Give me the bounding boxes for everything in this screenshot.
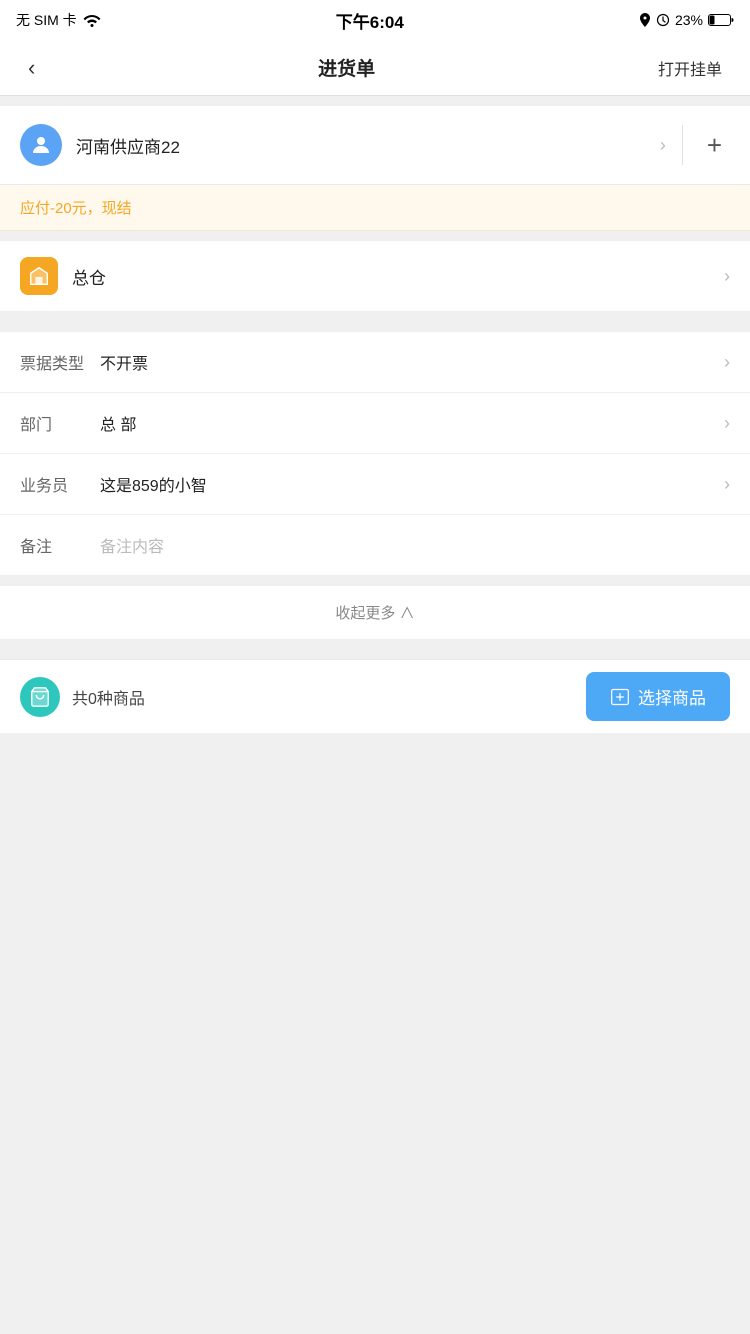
alert-bar: 应付-20元，现结 (0, 185, 750, 231)
battery-text: 23% (675, 12, 703, 28)
nav-bar: ‹ 进货单 打开挂单 (0, 40, 750, 96)
back-button[interactable]: ‹ (20, 47, 43, 89)
department-chevron-icon: › (724, 413, 730, 434)
alarm-icon (656, 13, 670, 27)
select-product-label: 选择商品 (638, 684, 706, 709)
bottom-bar: 共0种商品 选择商品 (0, 659, 750, 733)
cart-icon (29, 686, 51, 708)
location-icon (639, 13, 651, 27)
top-divider (0, 96, 750, 106)
status-right: 23% (639, 12, 734, 28)
invoice-type-value: 不开票 (100, 350, 716, 374)
warehouse-chevron-icon: › (724, 266, 730, 287)
salesperson-value: 这是859的小智 (100, 472, 716, 496)
salesperson-label: 业务员 (20, 472, 100, 496)
invoice-type-chevron-icon: › (724, 352, 730, 373)
open-pending-button[interactable]: 打开挂单 (650, 48, 730, 88)
form-divider (0, 312, 750, 322)
status-bar: 无 SIM 卡 下午6:04 23% (0, 0, 750, 40)
wifi-icon (83, 13, 101, 27)
battery-icon (708, 13, 734, 27)
invoice-type-label: 票据类型 (20, 350, 100, 374)
product-count-icon-bg (20, 677, 60, 717)
remark-row[interactable]: 备注 备注内容 (0, 515, 750, 575)
warehouse-name: 总仓 (72, 264, 716, 289)
department-label: 部门 (20, 411, 100, 435)
mid-divider (0, 231, 750, 241)
remark-label: 备注 (20, 533, 100, 557)
sim-label: 无 SIM 卡 (16, 10, 77, 30)
supplier-name: 河南供应商22 (76, 133, 652, 158)
invoice-type-row[interactable]: 票据类型 不开票 › (0, 332, 750, 393)
select-product-icon (610, 687, 630, 707)
salesperson-chevron-icon: › (724, 474, 730, 495)
supplier-section: 河南供应商22 › + (0, 106, 750, 185)
collapse-text: 收起更多 ∧ (335, 602, 414, 623)
supplier-row[interactable]: 河南供应商22 › (20, 106, 666, 184)
remark-value[interactable]: 备注内容 (100, 533, 730, 557)
status-time: 下午6:04 (336, 8, 404, 33)
alert-text: 应付-20元，现结 (20, 200, 132, 217)
supplier-avatar (20, 124, 62, 166)
warehouse-icon-bg (20, 257, 58, 295)
person-icon (29, 133, 53, 157)
warehouse-icon (28, 265, 50, 287)
bottom-divider (0, 639, 750, 649)
select-product-button[interactable]: 选择商品 (586, 672, 730, 721)
department-value: 总 部 (100, 411, 716, 435)
salesperson-row[interactable]: 业务员 这是859的小智 › (0, 454, 750, 515)
product-count-text: 共0种商品 (72, 685, 586, 709)
page-title: 进货单 (318, 54, 375, 81)
warehouse-row[interactable]: 总仓 › (0, 241, 750, 312)
collapse-row[interactable]: 收起更多 ∧ (0, 585, 750, 639)
add-supplier-button[interactable]: + (699, 122, 730, 169)
supplier-chevron-icon: › (660, 135, 666, 156)
form-section: 票据类型 不开票 › 部门 总 部 › 业务员 这是859的小智 › 备注 备注… (0, 332, 750, 575)
status-left: 无 SIM 卡 (16, 10, 101, 30)
department-row[interactable]: 部门 总 部 › (0, 393, 750, 454)
supplier-divider (682, 125, 683, 165)
